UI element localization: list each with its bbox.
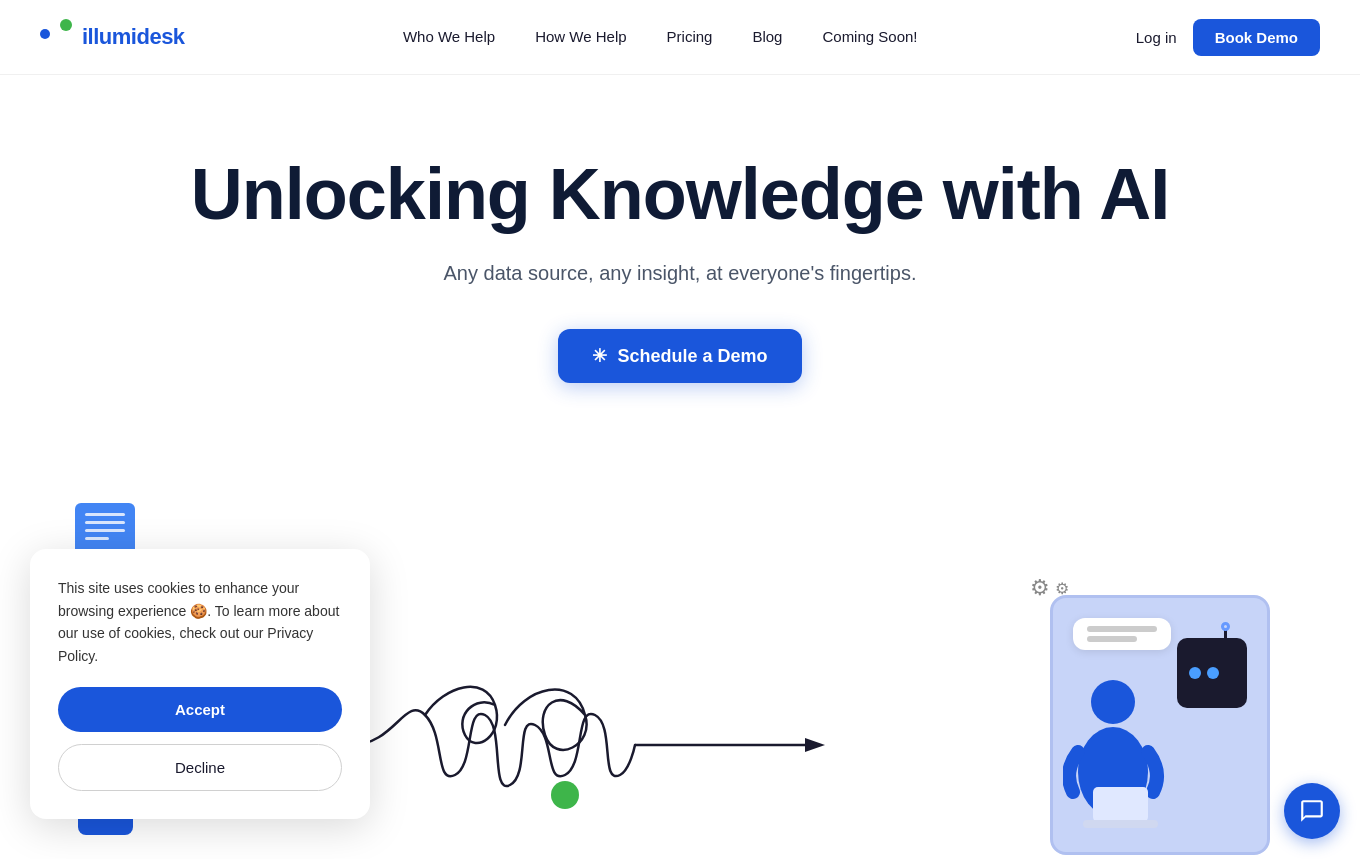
logo-dot-green	[60, 19, 72, 31]
schedule-demo-button[interactable]: ✳ Schedule a Demo	[558, 329, 801, 383]
nav-item-who-we-help[interactable]: Who We Help	[387, 28, 511, 46]
nav-item-coming-soon[interactable]: Coming Soon!	[806, 28, 933, 46]
svg-rect-17	[1083, 820, 1158, 828]
svg-point-13	[551, 781, 579, 809]
cookie-banner: This site uses cookies to enhance your b…	[30, 549, 370, 819]
logo-icon	[40, 19, 76, 55]
cookie-message: This site uses cookies to enhance your b…	[58, 577, 342, 667]
svg-marker-12	[805, 738, 825, 752]
logo-text-2: desk	[136, 24, 184, 49]
nav-item-pricing[interactable]: Pricing	[651, 28, 729, 46]
logo-text: illumidesk	[82, 24, 185, 50]
spark-icon: ✳	[592, 345, 607, 367]
nav-item-blog[interactable]: Blog	[736, 28, 798, 46]
tangled-arrow-illustration	[335, 635, 835, 855]
nav-link-pricing[interactable]: Pricing	[651, 20, 729, 53]
logo-dot-blue	[40, 29, 50, 39]
cookie-decline-button[interactable]: Decline	[58, 744, 342, 791]
nav-link-who-we-help[interactable]: Who We Help	[387, 20, 511, 53]
logo-text-1: illumi	[82, 24, 136, 49]
hero-subtitle: Any data source, any insight, at everyon…	[40, 262, 1320, 285]
nav-actions: Log in Book Demo	[1136, 19, 1320, 56]
logo[interactable]: illumidesk	[40, 19, 185, 55]
ai-robot-illustration: ⚙ ⚙	[1020, 595, 1300, 855]
chat-button[interactable]	[1284, 783, 1340, 839]
cta-label: Schedule a Demo	[617, 346, 767, 367]
login-link[interactable]: Log in	[1136, 29, 1177, 46]
navbar: illumidesk Who We Help How We Help Prici…	[0, 0, 1360, 75]
nav-link-how-we-help[interactable]: How We Help	[519, 20, 642, 53]
cookie-accept-button[interactable]: Accept	[58, 687, 342, 732]
nav-link-blog[interactable]: Blog	[736, 20, 798, 53]
svg-rect-16	[1093, 787, 1148, 822]
svg-point-14	[1091, 680, 1135, 724]
hero-section: Unlocking Knowledge with AI Any data sou…	[0, 75, 1360, 443]
nav-item-how-we-help[interactable]: How We Help	[519, 28, 642, 46]
nav-link-coming-soon[interactable]: Coming Soon!	[806, 20, 933, 53]
nav-links: Who We Help How We Help Pricing Blog Com…	[387, 28, 934, 46]
book-demo-button[interactable]: Book Demo	[1193, 19, 1320, 56]
chat-icon	[1299, 798, 1325, 824]
hero-title: Unlocking Knowledge with AI	[40, 155, 1320, 234]
